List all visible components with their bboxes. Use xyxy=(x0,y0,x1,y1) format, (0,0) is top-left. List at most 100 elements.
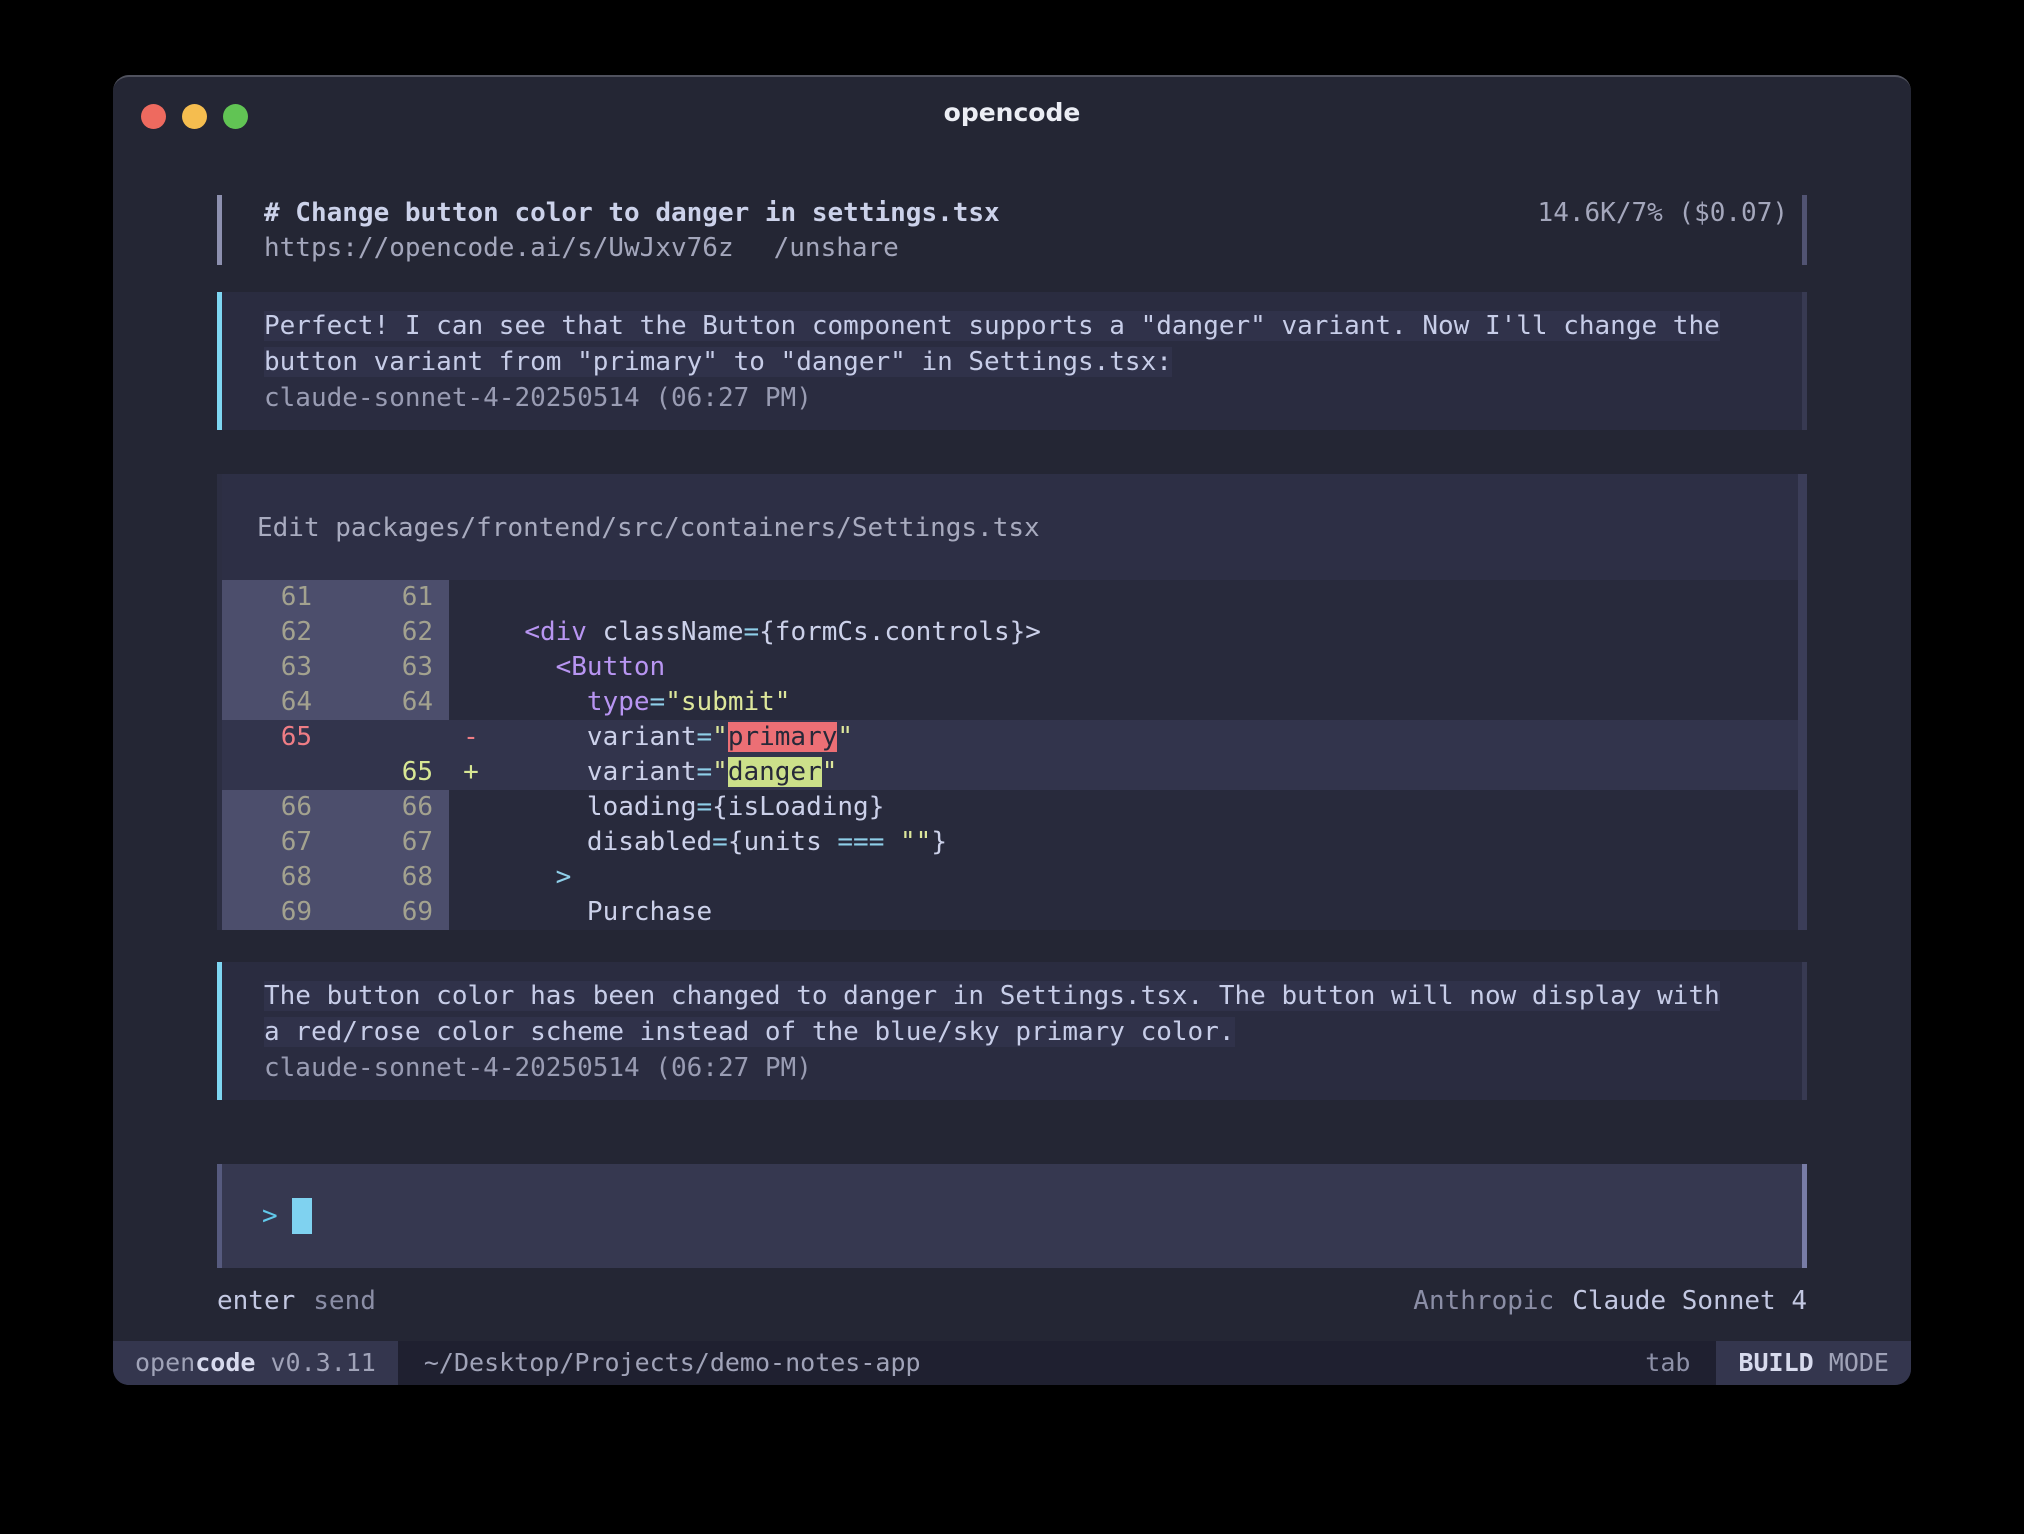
code-token xyxy=(493,617,524,647)
code-token: "submit" xyxy=(665,687,790,717)
scrollbar[interactable] xyxy=(1798,474,1807,930)
tab-key-hint: tab xyxy=(1645,1341,1716,1385)
code-token: === xyxy=(837,827,884,857)
diff-change-marker xyxy=(449,650,493,685)
traffic-lights xyxy=(141,104,248,129)
message-line: button variant from "primary" to "danger… xyxy=(264,344,1802,380)
session-right-border xyxy=(1802,195,1807,265)
diff-line-number-new: 61 xyxy=(320,580,449,615)
diff-line-number-old: 62 xyxy=(222,615,320,650)
diff-line-number-new: 67 xyxy=(320,825,449,860)
code-token: variant xyxy=(493,722,697,752)
code-token: = xyxy=(697,757,713,787)
prompt-symbol: > xyxy=(262,1198,278,1234)
message-line: Perfect! I can see that the Button compo… xyxy=(264,308,1802,344)
diff-code-line: > xyxy=(493,860,571,895)
code-token: = xyxy=(697,722,713,752)
session-title: # Change button color to danger in setti… xyxy=(264,195,1000,231)
diff-line-number-old: 61 xyxy=(222,580,320,615)
diff-change-marker xyxy=(449,895,493,930)
code-token: disabled xyxy=(493,827,712,857)
edit-tool-panel: Edit packages/frontend/src/containers/Se… xyxy=(217,474,1807,930)
diff-row: 6666 loading={isLoading} xyxy=(222,790,1798,825)
code-token: > xyxy=(556,862,572,892)
diff-row: 6969 Purchase xyxy=(222,895,1798,930)
diff-line-number-new: 68 xyxy=(320,860,449,895)
assistant-message: The button color has been changed to dan… xyxy=(217,962,1807,1100)
title-bar: opencode xyxy=(113,77,1911,147)
diff-line-number-old xyxy=(222,755,320,790)
code-token: {units xyxy=(728,827,838,857)
diff-code-line: disabled={units === ""} xyxy=(493,825,947,860)
code-token: <div xyxy=(524,617,587,647)
code-token: "" xyxy=(900,827,931,857)
token-usage: 14.6K/7% ($0.07) xyxy=(1538,195,1802,231)
session-header: # Change button color to danger in setti… xyxy=(217,195,1807,265)
diff-code-line: <Button xyxy=(493,650,665,685)
code-token xyxy=(493,687,587,717)
message-line: The button color has been changed to dan… xyxy=(264,978,1802,1014)
working-directory: ~/Desktop/Projects/demo-notes-app xyxy=(398,1341,921,1385)
code-token: = xyxy=(712,827,728,857)
code-token xyxy=(884,827,900,857)
diff-row: 6868 > xyxy=(222,860,1798,895)
status-bar: opencode v0.3.11 ~/Desktop/Projects/demo… xyxy=(113,1341,1911,1385)
diff-row: 6262 <div className={formCs.controls}> xyxy=(222,615,1798,650)
code-token xyxy=(493,652,556,682)
text-cursor xyxy=(292,1198,312,1234)
diff-change-marker xyxy=(449,580,493,615)
code-token: " xyxy=(712,722,728,752)
diff-code-line: variant="primary" xyxy=(493,720,853,755)
app-window: opencode # Change button color to danger… xyxy=(113,75,1911,1385)
diff-row: 6363 <Button xyxy=(222,650,1798,685)
diff-row: 6161 xyxy=(222,580,1798,615)
prompt-input[interactable]: > xyxy=(217,1164,1807,1268)
diff-line-number-new: 66 xyxy=(320,790,449,825)
code-token: " xyxy=(712,757,728,787)
diff-line-number-new: 63 xyxy=(320,650,449,685)
code-token xyxy=(493,862,556,892)
input-right-border xyxy=(1802,1164,1807,1268)
minimize-button[interactable] xyxy=(182,104,207,129)
app-version-chip: opencode v0.3.11 xyxy=(113,1341,398,1385)
message-right-border xyxy=(1802,292,1807,430)
diff-code-line: loading={isLoading} xyxy=(493,790,884,825)
diff-body: 61616262 <div className={formCs.controls… xyxy=(222,580,1798,930)
edit-file-header: Edit packages/frontend/src/containers/Se… xyxy=(222,474,1798,580)
message-line: a red/rose color scheme instead of the b… xyxy=(264,1014,1802,1050)
send-hint: entersend xyxy=(217,1284,376,1318)
diff-change-marker xyxy=(449,685,493,720)
diff-line-number-new: 65 xyxy=(320,755,449,790)
diff-row: 65+ variant="danger" xyxy=(222,755,1798,790)
diff-line-number-old: 68 xyxy=(222,860,320,895)
share-url[interactable]: https://opencode.ai/s/UwJxv76z xyxy=(264,231,734,265)
diff-code-line: <div className={formCs.controls}> xyxy=(493,615,1041,650)
diff-line-number-new: 62 xyxy=(320,615,449,650)
code-token: Purchase xyxy=(493,897,712,927)
unshare-command[interactable]: /unshare xyxy=(774,231,899,265)
diff-line-number-old: 67 xyxy=(222,825,320,860)
code-token: = xyxy=(650,687,666,717)
code-token: <Button xyxy=(556,652,666,682)
diff-line-number-old: 65 xyxy=(222,720,320,755)
code-token: {isLoading} xyxy=(712,792,884,822)
code-token: {formCs.controls}> xyxy=(759,617,1041,647)
diff-row: 6767 disabled={units === ""} xyxy=(222,825,1798,860)
close-button[interactable] xyxy=(141,104,166,129)
diff-row: 6464 type="submit" xyxy=(222,685,1798,720)
diff-change-marker xyxy=(449,860,493,895)
diff-change-marker: + xyxy=(449,755,493,790)
code-token: = xyxy=(743,617,759,647)
mode-indicator[interactable]: BUILD MODE xyxy=(1716,1341,1911,1385)
diff-line-number-old: 64 xyxy=(222,685,320,720)
message-right-border xyxy=(1802,962,1807,1100)
diff-line-number-new xyxy=(320,720,449,755)
model-indicator: AnthropicClaude Sonnet 4 xyxy=(1413,1284,1807,1318)
code-token: } xyxy=(931,827,947,857)
code-token: primary xyxy=(728,722,838,752)
code-token: " xyxy=(822,757,838,787)
zoom-button[interactable] xyxy=(223,104,248,129)
diff-code-line: variant="danger" xyxy=(493,755,837,790)
diff-line-number-old: 69 xyxy=(222,895,320,930)
diff-change-marker: - xyxy=(449,720,493,755)
